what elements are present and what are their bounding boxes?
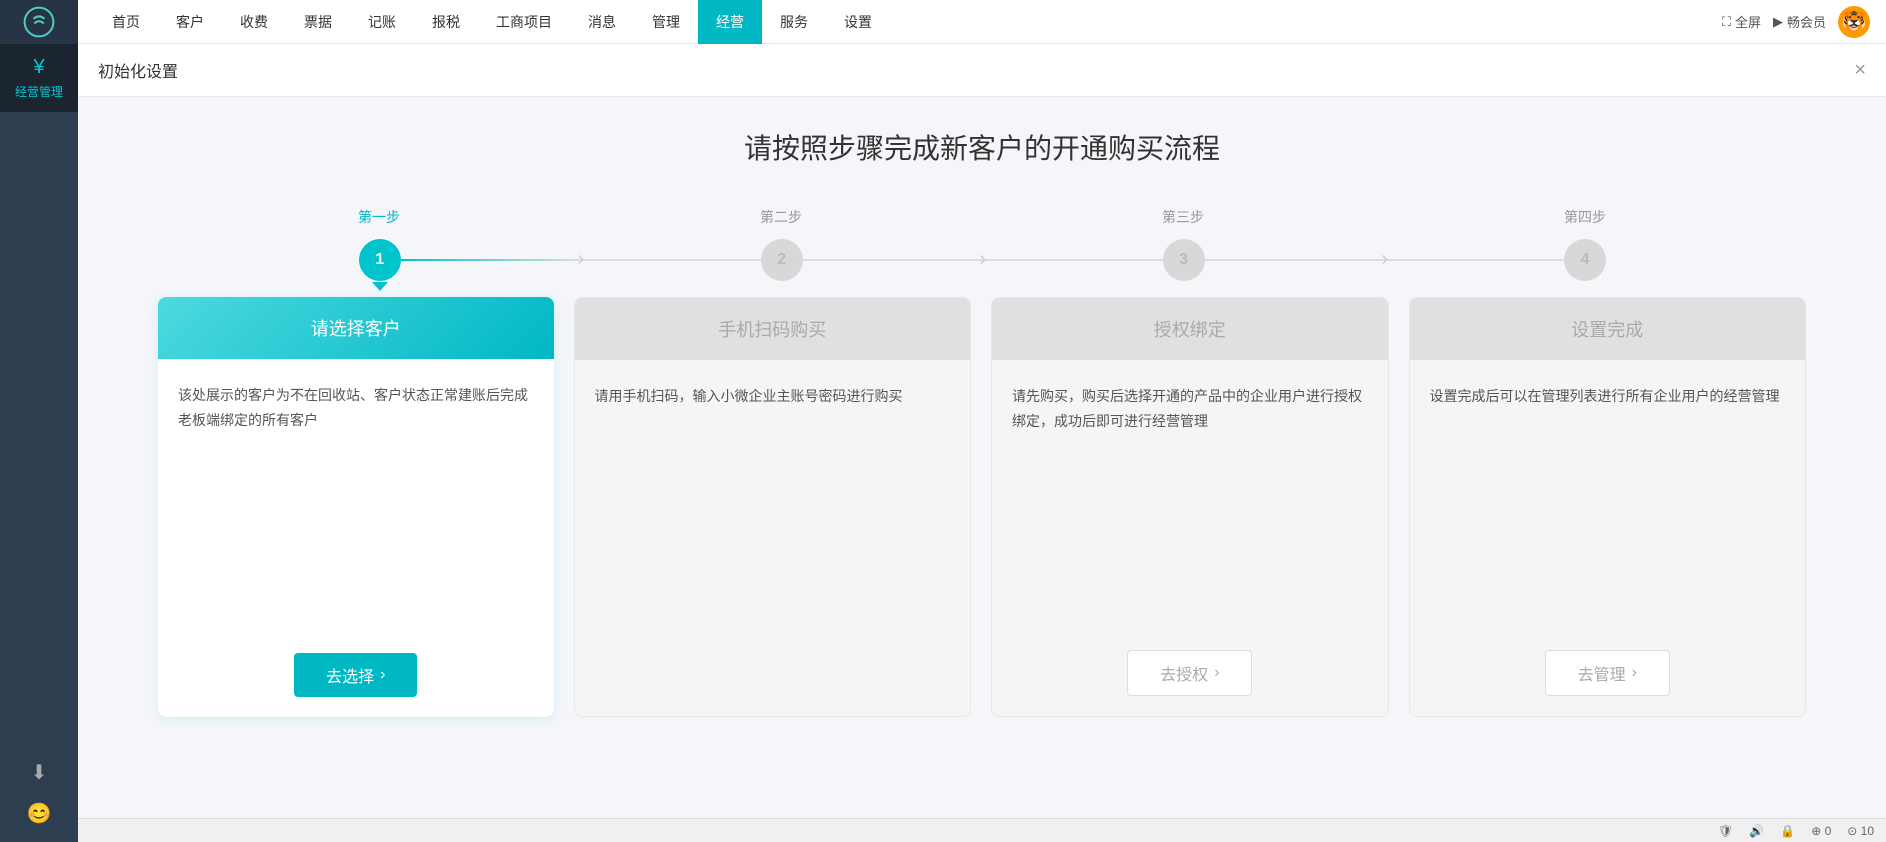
- plus-zero: ⊕ 0: [1811, 824, 1831, 838]
- arrow-icon-3: ›: [1214, 664, 1219, 682]
- step-card-1: 请选择客户 该处展示的客户为不在回收站、客户状态正常建账后完成老板端绑定的所有客…: [158, 297, 554, 717]
- download-icon[interactable]: ⬇: [31, 760, 48, 785]
- card-4-header: 设置完成: [1410, 298, 1806, 360]
- card-3-header: 授权绑定: [992, 298, 1388, 360]
- sidebar-item-management[interactable]: ¥ 经营管理: [0, 44, 78, 112]
- lock-icon: 🔒: [1780, 824, 1795, 838]
- page-title: 初始化设置: [98, 58, 178, 82]
- nav-tax[interactable]: 报税: [414, 0, 478, 44]
- vip-icon: ▶: [1773, 14, 1783, 30]
- nav-right: ⛶ 全屏 ▶ 畅会员 🐯: [1722, 6, 1870, 38]
- card-4-footer: 去管理 ›: [1410, 630, 1806, 716]
- card-4-body: 设置完成后可以在管理列表进行所有企业用户的经营管理: [1410, 360, 1806, 630]
- step-4-circle: 4: [1564, 239, 1606, 281]
- nav-items: 首页 客户 收费 票据 记账 报税 工商项目 消息 管理 经营 服务 设置: [94, 0, 1722, 44]
- support-icon[interactable]: 😊: [27, 801, 52, 826]
- nav-customer[interactable]: 客户: [158, 0, 222, 44]
- sidebar-logo: [0, 0, 78, 44]
- yuan-icon: ¥: [33, 56, 44, 79]
- arrow-icon-1: ›: [380, 666, 385, 684]
- main-heading: 请按照步骤完成新客户的开通购买流程: [118, 127, 1846, 167]
- nav-message[interactable]: 消息: [570, 0, 634, 44]
- avatar[interactable]: 🐯: [1838, 6, 1870, 38]
- circle-ten: ⊙ 10: [1847, 824, 1874, 838]
- nav-fee[interactable]: 收费: [222, 0, 286, 44]
- sidebar-item-label: 经营管理: [15, 83, 63, 100]
- content-area: 请按照步骤完成新客户的开通购买流程 第一步 1 › 第二步: [78, 97, 1886, 747]
- step-3-label: 第三步: [1162, 207, 1204, 227]
- vip-btn[interactable]: ▶ 畅会员: [1773, 12, 1826, 31]
- volume-icon: 🔊: [1749, 824, 1764, 838]
- step-1-circle: 1: [359, 239, 401, 281]
- step-2-circle: 2: [761, 239, 803, 281]
- nav-bill[interactable]: 票据: [286, 0, 350, 44]
- arrow-icon-4: ›: [1632, 664, 1637, 682]
- step-card-3: 授权绑定 请先购买，购买后选择开通的产品中的企业用户进行授权绑定，成功后即可进行…: [991, 297, 1389, 717]
- card-2-footer: [575, 676, 971, 716]
- step-card-4: 设置完成 设置完成后可以在管理列表进行所有企业用户的经营管理 去管理 ›: [1409, 297, 1807, 717]
- step-3-col: 第三步 3 ›: [982, 207, 1384, 281]
- fullscreen-icon: ⛶: [1722, 14, 1731, 30]
- step-4-label: 第四步: [1564, 207, 1606, 227]
- go-manage-button[interactable]: 去管理 ›: [1545, 650, 1670, 696]
- nav-business[interactable]: 工商项目: [478, 0, 570, 44]
- close-button[interactable]: ×: [1854, 59, 1866, 82]
- card-3-footer: 去授权 ›: [992, 630, 1388, 716]
- nav-operation[interactable]: 经营: [698, 0, 762, 44]
- go-select-button[interactable]: 去选择 ›: [294, 653, 417, 697]
- nav-account[interactable]: 记账: [350, 0, 414, 44]
- step-card-2: 手机扫码购买 请用手机扫码，输入小微企业主账号密码进行购买: [574, 297, 972, 717]
- nav-settings[interactable]: 设置: [826, 0, 890, 44]
- nav-admin[interactable]: 管理: [634, 0, 698, 44]
- top-nav: 首页 客户 收费 票据 记账 报税 工商项目 消息 管理 经营 服务 设置 ⛶ …: [78, 0, 1886, 44]
- step-2-label: 第二步: [760, 207, 802, 227]
- step-4-col: 第四步 4: [1384, 207, 1786, 281]
- nav-home[interactable]: 首页: [94, 0, 158, 44]
- step-1-col: 第一步 1 ›: [178, 207, 580, 281]
- card-1-body: 该处展示的客户为不在回收站、客户状态正常建账后完成老板端绑定的所有客户: [158, 359, 554, 633]
- page-header: 初始化设置 ×: [78, 44, 1886, 97]
- fullscreen-btn[interactable]: ⛶ 全屏: [1722, 12, 1761, 31]
- main-content: 初始化设置 × 请按照步骤完成新客户的开通购买流程 第一步 1 ›: [78, 44, 1886, 818]
- card-1-footer: 去选择 ›: [158, 633, 554, 717]
- cards-row: 请选择客户 该处展示的客户为不在回收站、客户状态正常建账后完成老板端绑定的所有客…: [118, 297, 1846, 717]
- go-authorize-button[interactable]: 去授权 ›: [1127, 650, 1252, 696]
- step-1-label: 第一步: [358, 207, 400, 227]
- shield-icon: 🛡: [1718, 824, 1733, 838]
- step-3-circle: 3: [1163, 239, 1205, 281]
- nav-service[interactable]: 服务: [762, 0, 826, 44]
- status-bar: ▶ 完成 🛡 🔊 🔒 ⊕ 0 ⊙ 10: [0, 818, 1886, 842]
- card-2-body: 请用手机扫码，输入小微企业主账号密码进行购买: [575, 360, 971, 676]
- sidebar: ¥ 经营管理 ⬇ 😊: [0, 0, 78, 842]
- status-bar-right: 🛡 🔊 🔒 ⊕ 0 ⊙ 10: [1718, 824, 1874, 838]
- step-2-col: 第二步 2 ›: [580, 207, 982, 281]
- card-1-header: 请选择客户: [158, 297, 554, 359]
- card-2-header: 手机扫码购买: [575, 298, 971, 360]
- card-3-body: 请先购买，购买后选择开通的产品中的企业用户进行授权绑定，成功后即可进行经营管理: [992, 360, 1388, 630]
